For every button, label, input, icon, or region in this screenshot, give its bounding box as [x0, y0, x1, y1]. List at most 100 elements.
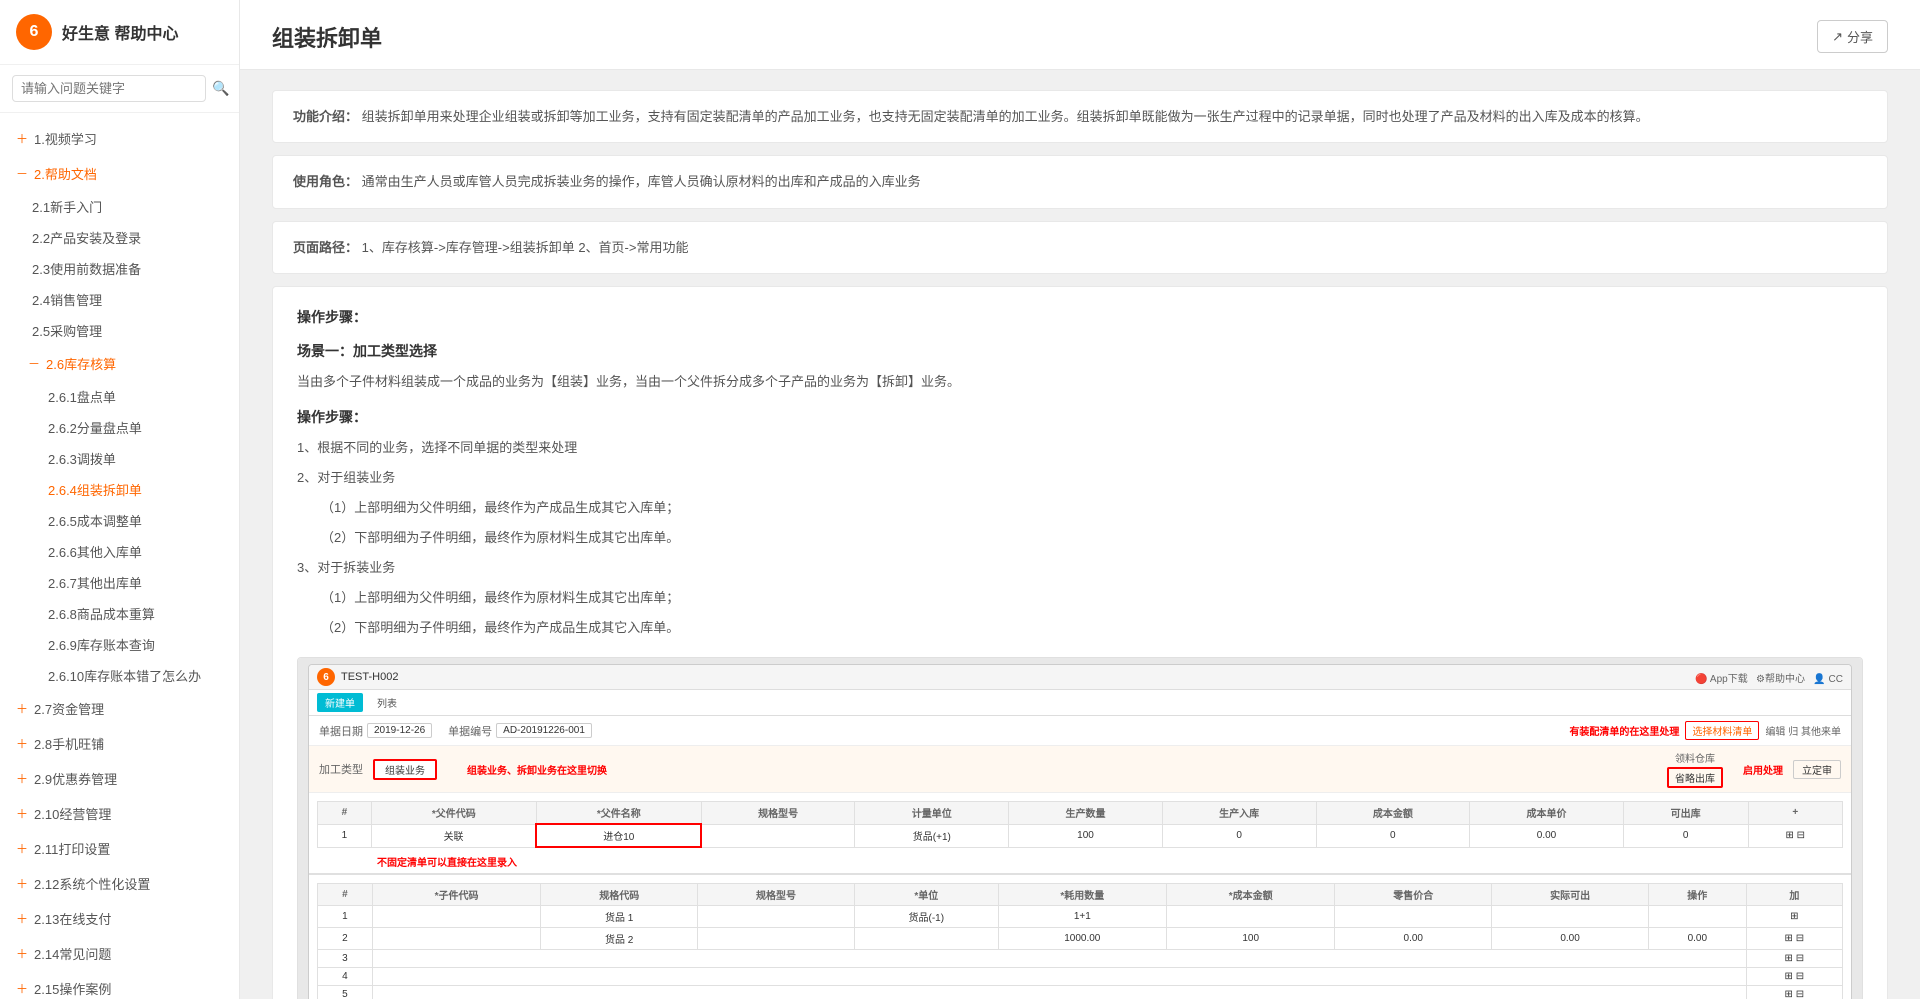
sidebar-sub-2-3[interactable]: 2.3使用前数据准备	[0, 253, 239, 284]
sidebar-sub-2-6-5[interactable]: 2.6.5成本调整单	[0, 505, 239, 536]
sidebar-label-2: 2.帮助文档	[34, 164, 97, 183]
sidebar-sub-2-6-7[interactable]: 2.6.7其他出库单	[0, 567, 239, 598]
sidebar-item-1[interactable]: ＋ 1.视频学习	[0, 121, 239, 156]
col-cost-amt: 成本金额	[1316, 802, 1470, 825]
sidebar: 6 好生意 帮助中心 🔍 ＋ 1.视频学习 － 2.帮助文档 2.1新手入门 2…	[0, 0, 240, 999]
sidebar-label-2-6: 2.6库存核算	[46, 354, 116, 373]
sidebar-sub-2-11[interactable]: ＋ 2.11打印设置	[0, 831, 239, 866]
sidebar-sub-2-6-3[interactable]: 2.6.3调拨单	[0, 443, 239, 474]
site-name: 好生意 帮助中心	[62, 20, 178, 44]
annotation4-area: 不固定清单可以直接在这里录入	[309, 852, 1851, 873]
child-table-area: # *子件代码 规格代码 规格型号 *单位 *耗用数量 *成本金额 零售价合 实	[309, 873, 1851, 999]
mock-logo: 6	[317, 668, 335, 686]
col-prod-qty: 生产数量	[1009, 802, 1163, 825]
sidebar-sub-2-6-10[interactable]: 2.6.10库存账本错了怎么办	[0, 660, 239, 691]
ops-steps-title: 操作步骤：	[297, 407, 1863, 427]
mock-type-select[interactable]: 组装业务	[373, 759, 437, 780]
mock-top-btns: 🔴 App下载 ⚙帮助中心 👤 CC	[1695, 670, 1843, 685]
scenario1-title: 场景一：加工类型选择	[297, 341, 1863, 361]
path-text: 1、库存核算->库存管理->组装拆卸单 2、首页->常用功能	[362, 240, 689, 255]
parent-table: # *父件代码 *父件名称 规格型号 计量单位 生产数量 生产入库 成本金额 成	[317, 801, 1843, 848]
sidebar-sub-2-10[interactable]: ＋ 2.10经营管理	[0, 796, 239, 831]
minus-icon: －	[16, 165, 28, 182]
sidebar-sub-2-15[interactable]: ＋ 2.15操作案例	[0, 971, 239, 999]
mock-process-value: 省略出库	[1667, 767, 1723, 788]
minus-icon-2-6: －	[28, 355, 40, 372]
parent-table-area: # *父件代码 *父件名称 规格型号 计量单位 生产数量 生产入库 成本金额 成	[309, 793, 1851, 852]
sidebar-label-2-14: 2.14常见问题	[34, 944, 111, 963]
share-label: 分享	[1847, 27, 1873, 46]
annotation3-text: 启用处理	[1743, 762, 1783, 777]
sidebar-label-2-8: 2.8手机旺铺	[34, 734, 104, 753]
mock-type-label: 加工类型	[319, 761, 363, 777]
sidebar-sub-2-6[interactable]: － 2.6库存核算	[0, 346, 239, 381]
plus-icon-2-13: ＋	[16, 910, 28, 927]
ops-block: 操作步骤： 场景一：加工类型选择 当由多个子件材料组装成一个成品的业务为【组装】…	[272, 286, 1888, 999]
mock-confirm-btn[interactable]: 立定审	[1793, 760, 1841, 779]
sidebar-label-2-9: 2.9优惠券管理	[34, 769, 117, 788]
search-input[interactable]	[12, 75, 206, 102]
sidebar-sub-2-6-1[interactable]: 2.6.1盘点单	[0, 381, 239, 412]
screenshot-container: 6 TEST-H002 🔴 App下载 ⚙帮助中心 👤 CC 新建单 列表	[297, 657, 1863, 999]
sidebar-sub-2-6-2[interactable]: 2.6.2分量盘点单	[0, 412, 239, 443]
sidebar-label-2-12: 2.12系统个性化设置	[34, 874, 150, 893]
scenario1-desc: 当由多个子件材料组装成一个成品的业务为【组装】业务，当由一个父件拆分成多个子产品…	[297, 369, 1863, 395]
col-parent-code: *父件代码	[371, 802, 536, 825]
parent-table-row: 1 关联 进仓10 货品(+1) 100 0 0 0.00	[318, 824, 1843, 847]
plus-icon: ＋	[16, 130, 28, 147]
col-cost-unit: 成本单价	[1470, 802, 1624, 825]
sidebar-sub-2-8[interactable]: ＋ 2.8手机旺铺	[0, 726, 239, 761]
sidebar-sub-2-13[interactable]: ＋ 2.13在线支付	[0, 901, 239, 936]
child-row-1: 1 货品 1 货品(-1) 1+1	[318, 906, 1843, 928]
sidebar-sub-2-6-9[interactable]: 2.6.9库存账本查询	[0, 629, 239, 660]
plus-icon-2-7: ＋	[16, 700, 28, 717]
sidebar-sub-2-6-6[interactable]: 2.6.6其他入库单	[0, 536, 239, 567]
mock-order-value: AD-20191226-001	[496, 723, 592, 738]
col-avail-out: 可出库	[1623, 802, 1748, 825]
sidebar-sub-2-5[interactable]: 2.5采购管理	[0, 315, 239, 346]
mock-date-value: 2019-12-26	[367, 723, 432, 738]
content-area: 功能介绍： 组装拆卸单用来处理企业组装或拆卸等加工业务，支持有固定装配清单的产品…	[240, 70, 1920, 999]
step1: 1、根据不同的业务，选择不同单据的类型来处理 2、对于组装业务 （1）上部明细为…	[297, 435, 1863, 641]
sidebar-sub-2-6-8[interactable]: 2.6.8商品成本重算	[0, 598, 239, 629]
plus-icon-2-9: ＋	[16, 770, 28, 787]
mock-process-label: 领料仓库	[1675, 750, 1715, 765]
mock-bom-btn[interactable]: 选择材料清单	[1685, 721, 1759, 740]
child-row-2: 2 货品 2 1000.00 100 0.00 0.00	[318, 928, 1843, 950]
child-row-4: 4⊞ ⊟	[318, 968, 1843, 986]
col-no: #	[318, 802, 372, 825]
func-intro-text: 组装拆卸单用来处理企业组装或拆卸等加工业务，支持有固定装配清单的产品加工业务，也…	[362, 109, 1649, 124]
child-table: # *子件代码 规格代码 规格型号 *单位 *耗用数量 *成本金额 零售价合 实	[317, 883, 1843, 999]
mock-app-id: TEST-H002	[341, 671, 398, 683]
col-prod-in: 生产入库	[1162, 802, 1316, 825]
page-title: 组装拆卸单	[272, 21, 382, 53]
child-row-3: 3⊞ ⊟	[318, 950, 1843, 968]
sidebar-item-2[interactable]: － 2.帮助文档	[0, 156, 239, 191]
sidebar-sub-2-4[interactable]: 2.4销售管理	[0, 284, 239, 315]
sidebar-sub-2-1[interactable]: 2.1新手入门	[0, 191, 239, 222]
sidebar-sub-2-14[interactable]: ＋ 2.14常见问题	[0, 936, 239, 971]
ops-title: 操作步骤：	[297, 307, 1863, 327]
sidebar-label-2-10: 2.10经营管理	[34, 804, 111, 823]
logo: 6	[16, 14, 52, 50]
sidebar-label-2-15: 2.15操作案例	[34, 979, 111, 998]
func-intro-label: 功能介绍：	[293, 109, 358, 124]
sidebar-label-2-11: 2.11打印设置	[34, 839, 110, 858]
main-content: 组装拆卸单 ↗ 分享 功能介绍： 组装拆卸单用来处理企业组装或拆卸等加工业务，支…	[240, 0, 1920, 999]
sidebar-sub-2-9[interactable]: ＋ 2.9优惠券管理	[0, 761, 239, 796]
sidebar-sub-2-12[interactable]: ＋ 2.12系统个性化设置	[0, 866, 239, 901]
sidebar-sub-2-2[interactable]: 2.2产品安装及登录	[0, 222, 239, 253]
col-unit: 计量单位	[855, 802, 1009, 825]
mock-date-field: 单据日期 2019-12-26	[319, 723, 432, 739]
role-box: 使用角色： 通常由生产人员或库管人员完成拆装业务的操作，库管人员确认原材料的出库…	[272, 155, 1888, 208]
sidebar-sub-2-6-4[interactable]: 2.6.4组装拆卸单	[0, 474, 239, 505]
sidebar-sub-2-7[interactable]: ＋ 2.7资金管理	[0, 691, 239, 726]
path-label: 页面路径：	[293, 240, 358, 255]
search-box: 🔍	[0, 65, 239, 113]
mock-tab-list: 列表	[369, 693, 405, 712]
mock-tab-active: 新建单	[317, 693, 363, 712]
share-button[interactable]: ↗ 分享	[1817, 20, 1888, 53]
sidebar-label-2-7: 2.7资金管理	[34, 699, 104, 718]
plus-icon-2-10: ＋	[16, 805, 28, 822]
search-button[interactable]: 🔍	[212, 80, 229, 97]
